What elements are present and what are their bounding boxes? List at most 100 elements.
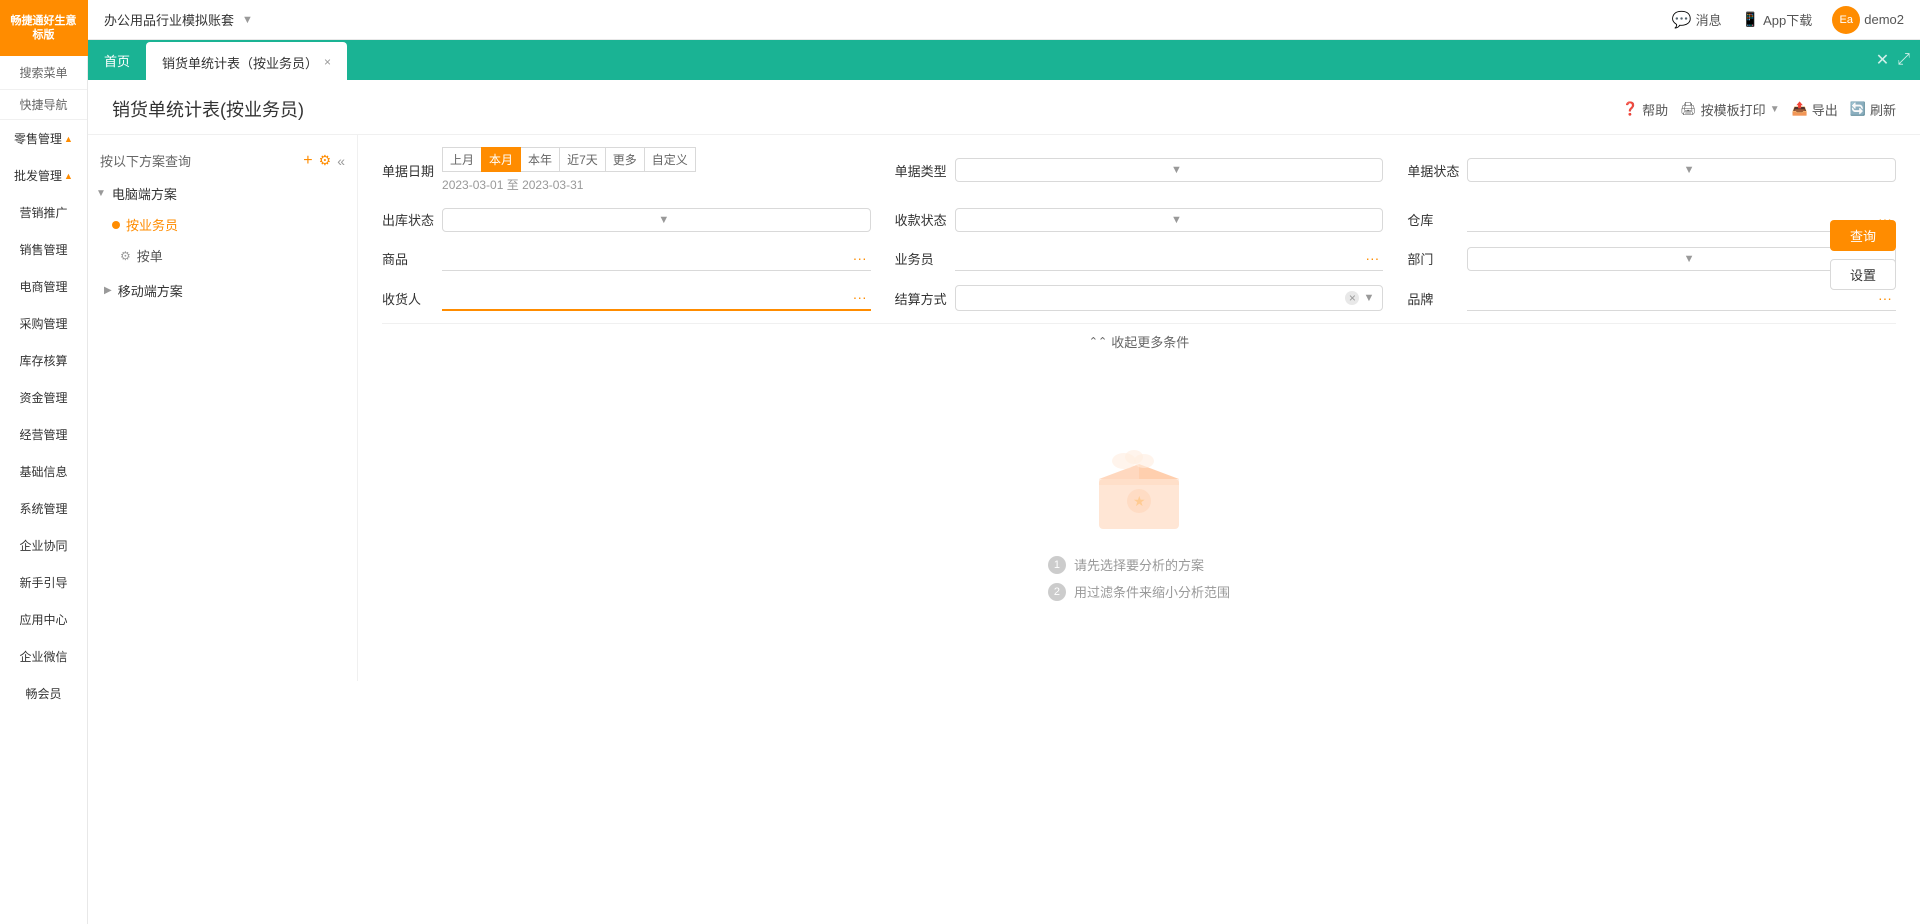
tab-home[interactable]: 首页 bbox=[88, 40, 146, 80]
sidebar-search-section[interactable]: 搜索菜单 bbox=[0, 56, 87, 90]
date-tabs: 上月 本月 本年 近7天 更多 自定义 bbox=[442, 147, 871, 172]
doc-status-filter-row: 单据状态 ▼ bbox=[1407, 147, 1896, 193]
sidebar-item-system[interactable]: 系统管理 bbox=[0, 490, 87, 527]
doc-type-select[interactable]: ▼ bbox=[955, 158, 1384, 182]
print-icon: 🖨 bbox=[1680, 101, 1697, 117]
app-download-button[interactable]: 📱 App下载 bbox=[1742, 10, 1813, 29]
pc-scheme-title[interactable]: ▼ 电脑端方案 bbox=[88, 178, 357, 209]
query-button[interactable]: 查询 bbox=[1830, 220, 1896, 251]
salesperson-input[interactable]: ··· bbox=[955, 246, 1384, 271]
step-2-number: 2 bbox=[1048, 583, 1066, 601]
sidebar-item-purchase[interactable]: 采购管理 bbox=[0, 305, 87, 342]
content-area: 按以下方案查询 + ⚙ « ▼ 电脑端方案 按业务员 bbox=[88, 134, 1920, 681]
goods-dots-icon[interactable]: ··· bbox=[853, 250, 867, 266]
export-button[interactable]: 📤 导出 bbox=[1792, 100, 1838, 119]
goods-input-field[interactable] bbox=[446, 251, 853, 266]
settings-button[interactable]: 设置 bbox=[1830, 259, 1896, 290]
tab-sales-stat-label: 销货单统计表（按业务员） bbox=[162, 53, 318, 72]
message-label: 消息 bbox=[1696, 10, 1722, 29]
date-tab-more[interactable]: 更多 bbox=[605, 147, 645, 172]
brand-dots-icon[interactable]: ··· bbox=[1878, 290, 1892, 306]
dept-filter-row: 部门 ▼ bbox=[1407, 246, 1896, 271]
tab-sales-stat[interactable]: 销货单统计表（按业务员） × bbox=[146, 42, 347, 82]
scheme-item-by-doc[interactable]: ⚙ 按单 bbox=[88, 240, 357, 271]
sidebar-item-marketing[interactable]: 营销推广 bbox=[0, 194, 87, 231]
collapse-more-button[interactable]: ⌃⌃ 收起更多条件 bbox=[382, 323, 1896, 359]
app-download-icon: 📱 bbox=[1742, 11, 1759, 28]
receipt-status-arrow-icon: ▼ bbox=[1171, 214, 1374, 226]
doc-status-arrow-icon: ▼ bbox=[1684, 164, 1887, 176]
add-scheme-icon[interactable]: + bbox=[303, 152, 312, 170]
sidebar-item-wechat[interactable]: 企业微信 bbox=[0, 638, 87, 675]
date-tab-7days[interactable]: 近7天 bbox=[559, 147, 606, 172]
svg-text:★: ★ bbox=[1133, 493, 1146, 509]
account-title: 办公用品行业模拟账套 bbox=[104, 10, 234, 29]
settlement-select[interactable]: × ▼ bbox=[955, 285, 1384, 311]
help-button[interactable]: ❓ 帮助 bbox=[1622, 100, 1668, 119]
consignee-dots-icon[interactable]: ··· bbox=[853, 289, 867, 305]
print-button[interactable]: 🖨 按模板打印 ▼ bbox=[1680, 100, 1779, 119]
salesperson-input-field[interactable] bbox=[959, 251, 1366, 266]
app-download-label: App下载 bbox=[1763, 10, 1812, 29]
date-tab-this-year[interactable]: 本年 bbox=[520, 147, 560, 172]
user-profile[interactable]: Ea demo2 bbox=[1832, 6, 1904, 34]
pc-scheme-label: 电脑端方案 bbox=[112, 184, 177, 203]
sidebar: 畅捷通好生意 标版 搜索菜单 快捷导航 零售管理 批发管理 ▲ 营销推广 销售管… bbox=[0, 0, 88, 924]
date-tab-custom[interactable]: 自定义 bbox=[644, 147, 696, 172]
goods-label: 商品 bbox=[382, 249, 434, 268]
tab-bar-actions: ✕ ⤢ bbox=[1874, 48, 1920, 72]
sidebar-item-cooperation[interactable]: 企业协同 bbox=[0, 527, 87, 564]
doc-status-select[interactable]: ▼ bbox=[1467, 158, 1896, 182]
mobile-scheme-title[interactable]: ▶ 移动端方案 bbox=[88, 275, 357, 306]
sidebar-item-operation[interactable]: 经营管理 bbox=[0, 416, 87, 453]
refresh-button[interactable]: 🔄 刷新 bbox=[1850, 100, 1896, 119]
pc-scheme-group: ▼ 电脑端方案 按业务员 ⚙ 按单 bbox=[88, 178, 357, 271]
tab-close-icon[interactable]: × bbox=[324, 55, 331, 69]
sidebar-item-newuser[interactable]: 新手引导 bbox=[0, 564, 87, 601]
sidebar-item-label: 资金管理 bbox=[19, 389, 67, 406]
out-status-select[interactable]: ▼ bbox=[442, 208, 871, 232]
settlement-clear-icon[interactable]: × bbox=[1345, 291, 1359, 305]
sidebar-item-ecommerce[interactable]: 电商管理 bbox=[0, 268, 87, 305]
goods-input[interactable]: ··· bbox=[442, 246, 871, 271]
doc-status-label: 单据状态 bbox=[1407, 161, 1459, 180]
sidebar-item-label: 库存核算 bbox=[19, 352, 67, 369]
page-header: 销货单统计表(按业务员) ❓ 帮助 🖨 按模板打印 ▼ 📤 导出 🔄 刷新 bbox=[88, 80, 1920, 134]
scheme-salesperson-label: 按业务员 bbox=[126, 215, 178, 234]
sidebar-item-inventory[interactable]: 库存核算 bbox=[0, 342, 87, 379]
out-status-label: 出库状态 bbox=[382, 210, 434, 229]
doc-type-arrow-icon: ▼ bbox=[1171, 164, 1374, 176]
sidebar-item-label: 基础信息 bbox=[19, 463, 67, 480]
sidebar-item-appcenter[interactable]: 应用中心 bbox=[0, 601, 87, 638]
salesperson-dots-icon[interactable]: ··· bbox=[1365, 250, 1379, 266]
date-tab-last-month[interactable]: 上月 bbox=[442, 147, 482, 172]
date-range-text: 2023-03-01 至 2023-03-31 bbox=[442, 176, 871, 193]
tab-close-all-icon[interactable]: ✕ bbox=[1874, 48, 1891, 72]
account-dropdown-arrow[interactable]: ▼ bbox=[242, 14, 253, 26]
sidebar-item-member[interactable]: 畅会员 bbox=[0, 675, 87, 712]
brand-input-field[interactable] bbox=[1471, 290, 1878, 305]
consignee-input[interactable]: ··· bbox=[442, 285, 871, 311]
sidebar-item-retail[interactable]: 零售管理 bbox=[0, 120, 87, 157]
dept-label: 部门 bbox=[1407, 249, 1459, 268]
scheme-item-salesperson[interactable]: 按业务员 bbox=[88, 209, 357, 240]
sidebar-item-wholesale[interactable]: 批发管理 ▲ bbox=[0, 157, 87, 194]
sidebar-item-sales[interactable]: 销售管理 bbox=[0, 231, 87, 268]
collapse-scheme-icon[interactable]: « bbox=[337, 153, 345, 169]
date-tab-this-month[interactable]: 本月 bbox=[481, 147, 521, 172]
settings-scheme-icon[interactable]: ⚙ bbox=[319, 152, 332, 169]
warehouse-input-field[interactable] bbox=[1471, 212, 1878, 227]
sidebar-item-finance[interactable]: 资金管理 bbox=[0, 379, 87, 416]
consignee-filter-row: 收货人 ··· bbox=[382, 285, 871, 311]
sidebar-item-label: 畅会员 bbox=[25, 685, 61, 702]
mobile-scheme-group: ▶ 移动端方案 bbox=[88, 275, 357, 306]
brand-label: 品牌 bbox=[1407, 289, 1459, 308]
consignee-input-field[interactable] bbox=[446, 290, 853, 305]
doc-type-filter-row: 单据类型 ▼ bbox=[895, 147, 1384, 193]
quick-nav-section[interactable]: 快捷导航 bbox=[0, 90, 87, 120]
receipt-status-select[interactable]: ▼ bbox=[955, 208, 1384, 232]
refresh-icon: 🔄 bbox=[1850, 101, 1866, 117]
sidebar-item-basic[interactable]: 基础信息 bbox=[0, 453, 87, 490]
tab-maximize-icon[interactable]: ⤢ bbox=[1895, 49, 1912, 71]
message-button[interactable]: 💬 消息 bbox=[1672, 10, 1722, 30]
